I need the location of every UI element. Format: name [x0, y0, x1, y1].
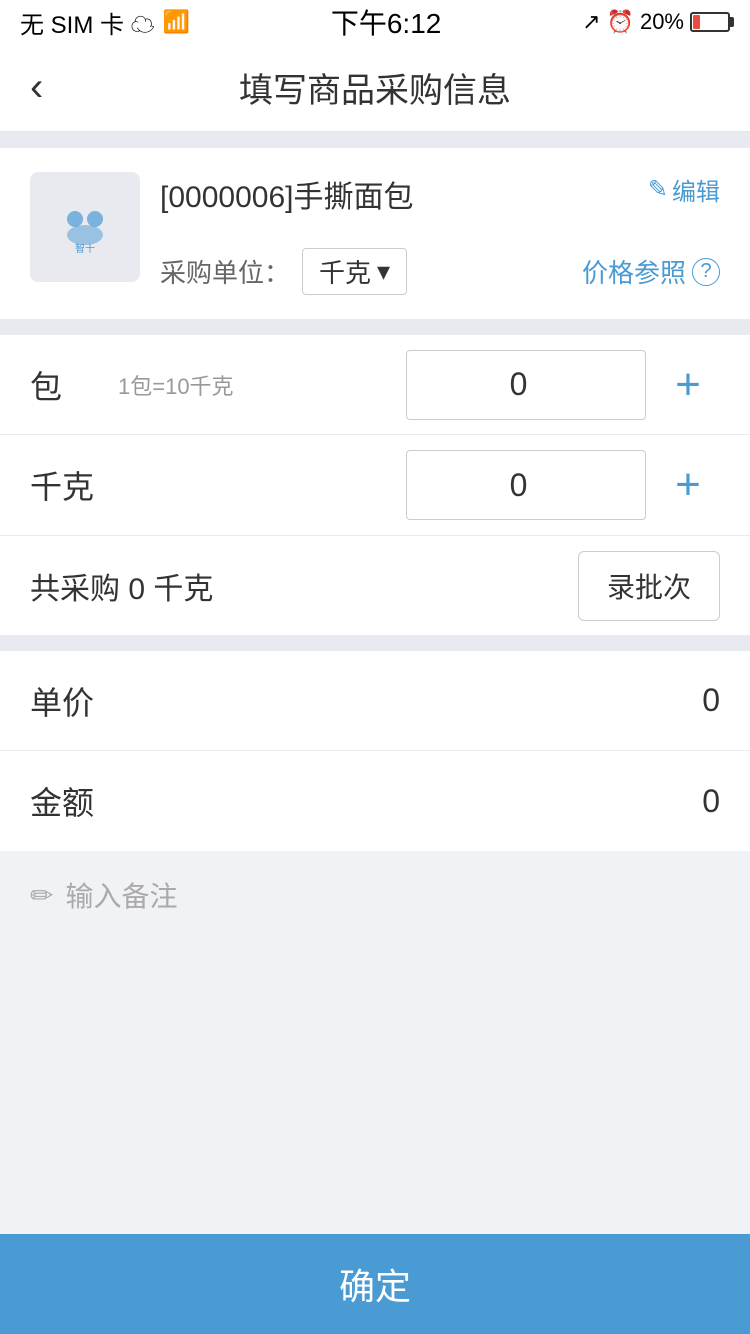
alarm-icon: ⏰ [607, 9, 634, 35]
sim-label: 无 SIM 卡 ☁ [20, 5, 155, 40]
total-label: 共采购 0 千克 [30, 564, 213, 608]
dropdown-arrow-icon: ▾ [377, 256, 390, 287]
battery-percent: 20% [640, 9, 684, 35]
page-title: 填写商品采购信息 [239, 63, 511, 112]
package-sublabel: 1包=10千克 [118, 369, 234, 401]
package-plus-button[interactable]: + [656, 353, 720, 417]
total-row: 共采购 0 千克 录批次 [0, 535, 750, 635]
kg-plus-button[interactable]: + [656, 453, 720, 517]
product-info: [0000006]手撕面包 ✎ 编辑 采购单位： 千克 ▾ 价格参照 ? [160, 172, 720, 295]
status-bar: 无 SIM 卡 ☁ 📶 下午6:12 ↗ ⏰ 20% [0, 0, 750, 44]
unit-row: 采购单位： 千克 ▾ [160, 248, 407, 295]
section-separator-2 [0, 319, 750, 335]
edit-button[interactable]: ✎ 编辑 [648, 172, 720, 207]
pencil-icon: ✏ [30, 879, 53, 912]
wifi-icon: 📶 [163, 9, 190, 35]
kg-input[interactable] [406, 450, 646, 520]
price-value: 0 [702, 682, 720, 719]
confirm-button[interactable]: 确定 [0, 1234, 750, 1334]
package-input[interactable] [406, 350, 646, 420]
batch-button[interactable]: 录批次 [578, 551, 720, 621]
battery-icon [690, 12, 730, 32]
price-row: 单价 0 [0, 651, 750, 751]
package-row: 包 1包=10千克 + [0, 335, 750, 435]
product-name: [0000006]手撕面包 [160, 172, 413, 216]
status-left: 无 SIM 卡 ☁ 📶 [20, 5, 190, 40]
svg-text:智十: 智十 [75, 242, 95, 255]
price-section: 单价 0 金额 0 [0, 651, 750, 851]
status-time: 下午6:12 [331, 2, 442, 42]
edit-icon: ✎ [648, 175, 668, 204]
bottom-space [0, 939, 750, 1239]
amount-row: 金额 0 [0, 751, 750, 851]
product-card: 智十 [0000006]手撕面包 ✎ 编辑 采购单位： 千克 ▾ 价格参照 ? [0, 148, 750, 319]
section-separator-3 [0, 635, 750, 651]
back-button[interactable]: ‹ [20, 55, 53, 120]
status-right: ↗ ⏰ 20% [582, 9, 730, 35]
nav-bar: ‹ 填写商品采购信息 [0, 44, 750, 132]
remark-placeholder: 输入备注 [65, 875, 177, 915]
input-section: 包 1包=10千克 + 千克 + [0, 335, 750, 535]
location-icon: ↗ [582, 9, 600, 35]
package-label: 包 [30, 362, 110, 408]
unit-label: 采购单位： [160, 253, 290, 290]
product-image: 智十 [30, 172, 140, 282]
kg-row: 千克 + [0, 435, 750, 535]
amount-value: 0 [702, 783, 720, 820]
kg-label: 千克 [30, 462, 110, 508]
help-icon: ? [692, 258, 720, 286]
section-separator-1 [0, 132, 750, 148]
amount-label: 金额 [30, 778, 94, 824]
price-label: 单价 [30, 678, 94, 724]
unit-dropdown[interactable]: 千克 ▾ [302, 248, 407, 295]
remark-section[interactable]: ✏ 输入备注 [0, 851, 750, 939]
price-ref-button[interactable]: 价格参照 ? [582, 253, 720, 290]
